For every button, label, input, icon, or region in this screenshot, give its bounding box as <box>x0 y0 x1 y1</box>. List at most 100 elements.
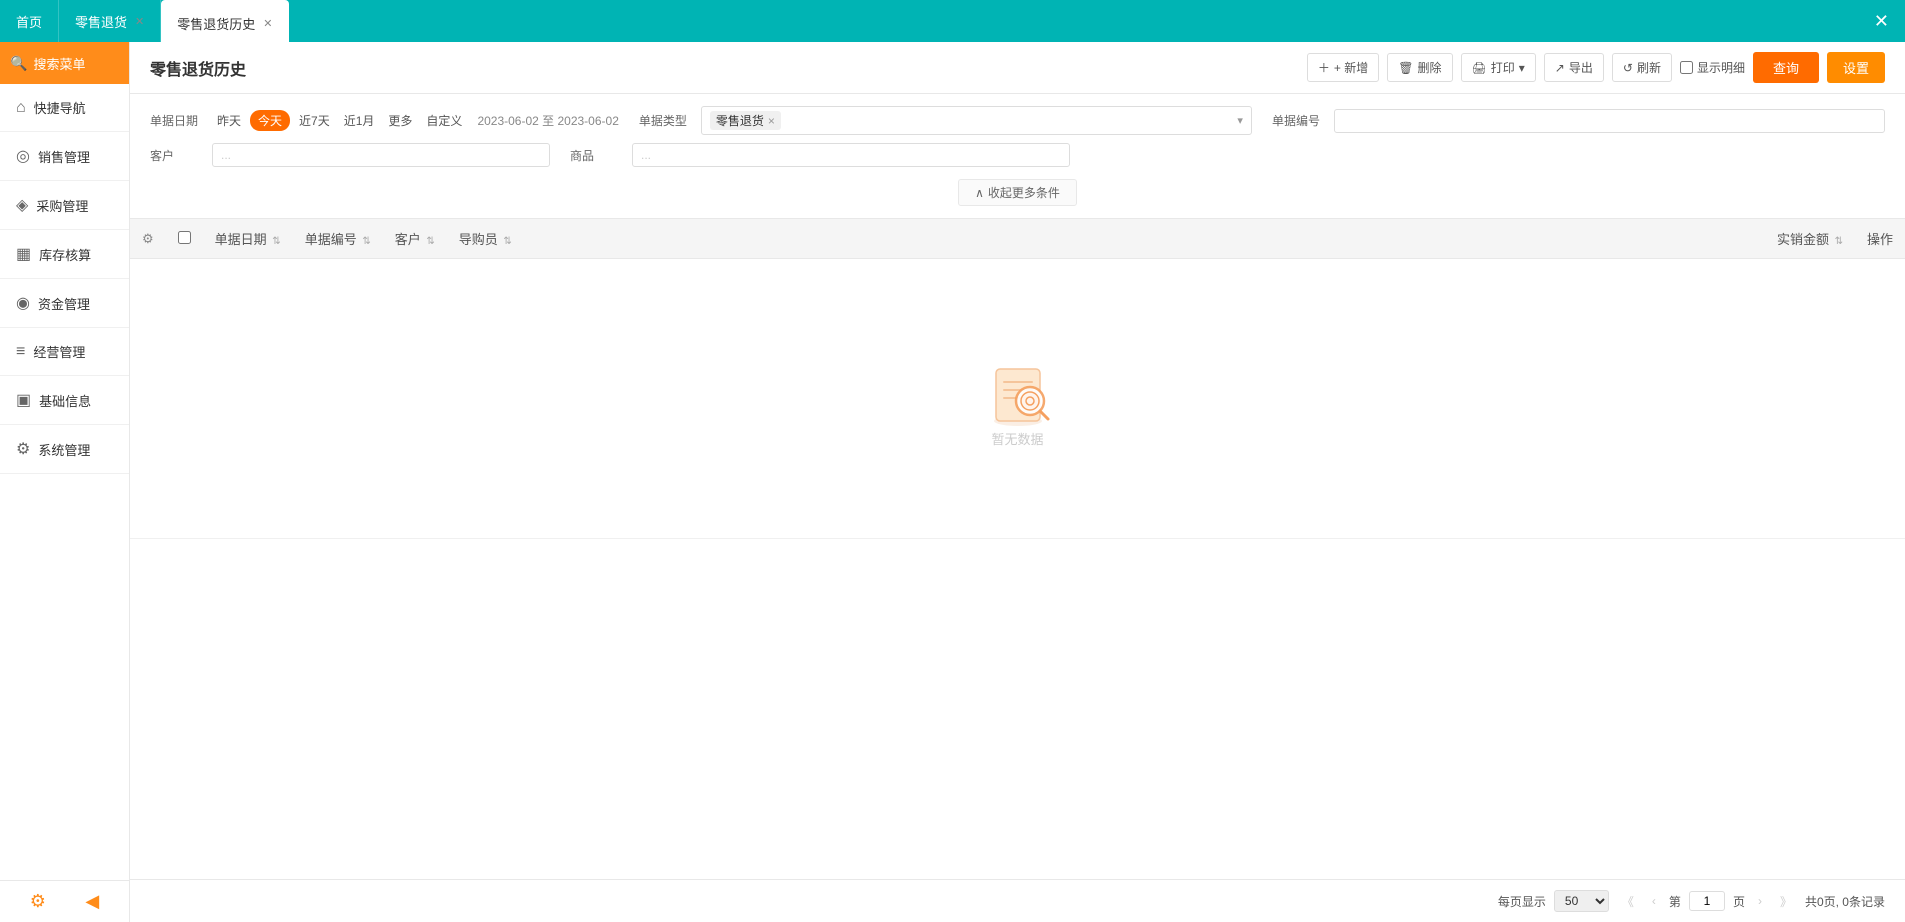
collapse-filter-button[interactable]: ∧ 收起更多条件 <box>958 179 1077 206</box>
sidebar-item-quick-nav[interactable]: ⌂ 快捷导航 <box>0 84 129 132</box>
inventory-icon: ▦ <box>16 244 31 264</box>
empty-state: 暂无数据 <box>142 269 1893 528</box>
th-date: 单据日期 ⇅ <box>203 219 293 259</box>
sidebar-item-sales[interactable]: ◎ 销售管理 <box>0 132 129 181</box>
date-opt-1month[interactable]: 近1月 <box>339 110 380 131</box>
date-opt-more[interactable]: 更多 <box>383 110 417 131</box>
customer-sort-icon[interactable]: ⇅ <box>426 236 434 247</box>
first-page-button[interactable]: 《 <box>1617 891 1639 912</box>
goods-input[interactable]: ... <box>632 143 1070 167</box>
guide-sort-icon[interactable]: ⇅ <box>503 236 511 247</box>
sidebar-item-finance[interactable]: ◉ 资金管理 <box>0 279 129 328</box>
show-detail-label: 显示明细 <box>1697 59 1745 76</box>
export-label: 导出 <box>1569 59 1593 76</box>
doc-type-label: 单据类型 <box>639 112 695 129</box>
page-label: 第 <box>1669 893 1681 910</box>
tab-home[interactable]: 首页 <box>0 0 59 42</box>
sidebar-item-inventory-label: 库存核算 <box>39 245 91 264</box>
sidebar-item-operation[interactable]: ≡ 经营管理 <box>0 328 129 376</box>
sidebar: 🔍 搜索菜单 ⌂ 快捷导航 ◎ 销售管理 ◈ 采购管理 ▦ 库存核算 ◉ 资金管 <box>0 42 130 922</box>
empty-state-icon <box>978 349 1058 429</box>
export-icon: ↗ <box>1555 61 1565 75</box>
purchase-icon: ◈ <box>16 195 28 215</box>
table-header-row: ⚙ 单据日期 ⇅ 单据编号 ⇅ <box>130 219 1905 259</box>
page-title: 零售退货历史 <box>150 56 246 80</box>
date-opt-custom[interactable]: 自定义 <box>421 110 467 131</box>
tab-retail-return[interactable]: 零售退货 ✕ <box>59 0 161 42</box>
sidebar-collapse-button[interactable]: ◀ <box>85 891 99 912</box>
total-info: 共0页, 0条记录 <box>1805 893 1885 910</box>
date-opt-7days[interactable]: 近7天 <box>294 110 335 131</box>
doc-number-label: 单据编号 <box>1272 112 1328 129</box>
delete-button[interactable]: 🗑 删除 <box>1387 53 1452 82</box>
date-opt-yesterday[interactable]: 昨天 <box>212 110 246 131</box>
sidebar-menu: ⌂ 快捷导航 ◎ 销售管理 ◈ 采购管理 ▦ 库存核算 ◉ 资金管理 ≡ 经营管… <box>0 84 129 880</box>
export-button[interactable]: ↗ 导出 <box>1544 53 1604 82</box>
tab-home-label: 首页 <box>16 12 42 31</box>
th-number-label: 单据编号 <box>305 232 357 247</box>
customer-input[interactable]: ... <box>212 143 550 167</box>
empty-state-row: 暂无数据 <box>130 259 1905 539</box>
th-ops-label: 操作 <box>1867 232 1893 247</box>
empty-state-cell: 暂无数据 <box>130 259 1905 539</box>
sales-icon: ◎ <box>16 146 30 166</box>
th-amount-label: 实销金额 <box>1777 232 1829 247</box>
setting-button[interactable]: 设置 <box>1827 52 1885 83</box>
tab-retail-return-close[interactable]: ✕ <box>135 15 144 28</box>
sidebar-search[interactable]: 🔍 搜索菜单 <box>0 42 129 84</box>
filter-row-1: 单据日期 昨天 今天 近7天 近1月 更多 自定义 2023-06-02 至 2… <box>150 106 1885 135</box>
doc-type-tag-label: 零售退货 <box>716 112 764 129</box>
print-icon: 🖨 <box>1472 61 1487 75</box>
date-sort-icon[interactable]: ⇅ <box>272 236 280 247</box>
top-nav: 首页 零售退货 ✕ 零售退货历史 ✕ ✕ <box>0 0 1905 42</box>
table-head: ⚙ 单据日期 ⇅ 单据编号 ⇅ <box>130 219 1905 259</box>
search-icon: 🔍 <box>10 55 27 72</box>
select-all-checkbox[interactable] <box>178 231 191 244</box>
amount-sort-icon[interactable]: ⇅ <box>1835 236 1843 247</box>
page-number-input[interactable] <box>1689 891 1725 911</box>
th-customer-label: 客户 <box>395 232 421 247</box>
sidebar-item-operation-label: 经营管理 <box>33 342 85 361</box>
window-close-button[interactable]: ✕ <box>1858 11 1905 32</box>
th-amount: 实销金额 ⇅ <box>1765 219 1855 259</box>
sidebar-item-system[interactable]: ⚙ 系统管理 <box>0 425 129 474</box>
sidebar-item-purchase[interactable]: ◈ 采购管理 <box>0 181 129 230</box>
finance-icon: ◉ <box>16 293 30 313</box>
doc-type-select[interactable]: 零售退货 × ▾ <box>701 106 1252 135</box>
new-button[interactable]: ＋ + 新增 <box>1307 53 1379 82</box>
empty-text: 暂无数据 <box>991 429 1043 448</box>
sidebar-item-inventory[interactable]: ▦ 库存核算 <box>0 230 129 279</box>
refresh-button[interactable]: ↺ 刷新 <box>1612 53 1672 82</box>
next-page-button[interactable]: › <box>1753 892 1767 910</box>
tab-retail-return-label: 零售退货 <box>75 12 127 31</box>
sidebar-item-basic-info[interactable]: ▣ 基础信息 <box>0 376 129 425</box>
show-detail-checkbox-wrap[interactable]: 显示明细 <box>1680 59 1745 76</box>
print-label: 打印 <box>1491 59 1515 76</box>
th-date-label: 单据日期 <box>215 232 267 247</box>
last-page-button[interactable]: 》 <box>1775 891 1797 912</box>
pagination-bar: 每页显示 50 100 200 《 ‹ 第 页 › 》 共0页, 0条记录 <box>130 879 1905 922</box>
doc-type-tag-close[interactable]: × <box>768 114 775 128</box>
prev-page-button[interactable]: ‹ <box>1647 892 1661 910</box>
sidebar-item-basic-info-label: 基础信息 <box>39 391 91 410</box>
column-settings-icon[interactable]: ⚙ <box>142 231 154 246</box>
tab-retail-return-history-close[interactable]: ✕ <box>263 17 272 30</box>
doc-number-input[interactable] <box>1334 109 1885 133</box>
tab-retail-return-history[interactable]: 零售退货历史 ✕ <box>161 0 289 42</box>
sidebar-bottom: ⚙ ◀ <box>0 880 129 922</box>
print-arrow-icon: ▾ <box>1519 61 1525 75</box>
th-ops: 操作 <box>1855 219 1905 259</box>
date-opt-today[interactable]: 今天 <box>250 110 290 131</box>
delete-icon: 🗑 <box>1398 61 1413 75</box>
print-button[interactable]: 🖨 打印 ▾ <box>1461 53 1536 82</box>
new-label: + 新增 <box>1334 59 1368 76</box>
number-sort-icon[interactable]: ⇅ <box>362 236 370 247</box>
show-detail-checkbox[interactable] <box>1680 61 1693 74</box>
table-body: 暂无数据 <box>130 259 1905 539</box>
sidebar-item-system-label: 系统管理 <box>38 440 90 459</box>
query-button[interactable]: 查询 <box>1753 52 1819 83</box>
sidebar-settings-button[interactable]: ⚙ <box>30 891 46 912</box>
page-size-select[interactable]: 50 100 200 <box>1554 890 1609 912</box>
sidebar-item-purchase-label: 采购管理 <box>36 196 88 215</box>
nav-tabs: 首页 零售退货 ✕ 零售退货历史 ✕ <box>0 0 1858 42</box>
